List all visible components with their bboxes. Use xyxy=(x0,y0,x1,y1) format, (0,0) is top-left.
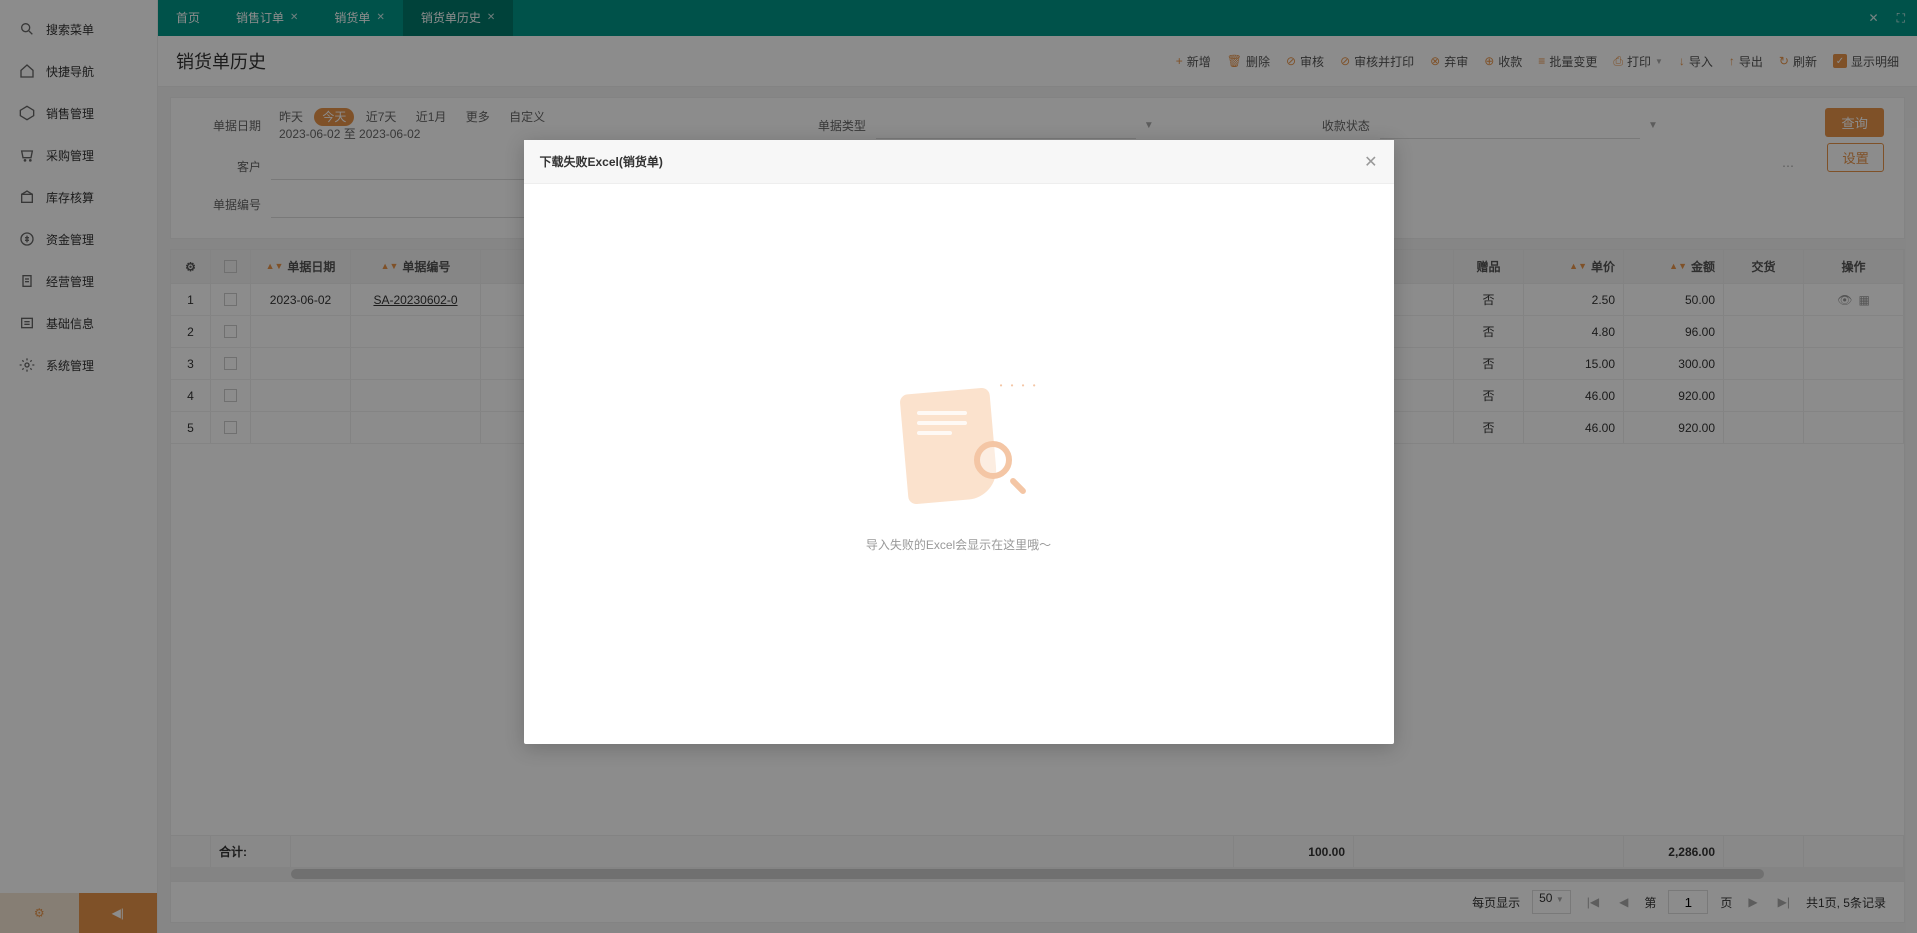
modal-overlay: 下载失败Excel(销货单) ✕ • • • • 导入失败的Excel会显示在这… xyxy=(0,0,1917,933)
empty-state-illustration: • • • • xyxy=(889,376,1029,516)
download-failed-modal: 下载失败Excel(销货单) ✕ • • • • 导入失败的Excel会显示在这… xyxy=(524,140,1394,744)
empty-state-text: 导入失败的Excel会显示在这里哦～ xyxy=(866,536,1051,553)
modal-close-button[interactable]: ✕ xyxy=(1364,152,1377,172)
modal-title: 下载失败Excel(销货单) xyxy=(540,153,663,170)
